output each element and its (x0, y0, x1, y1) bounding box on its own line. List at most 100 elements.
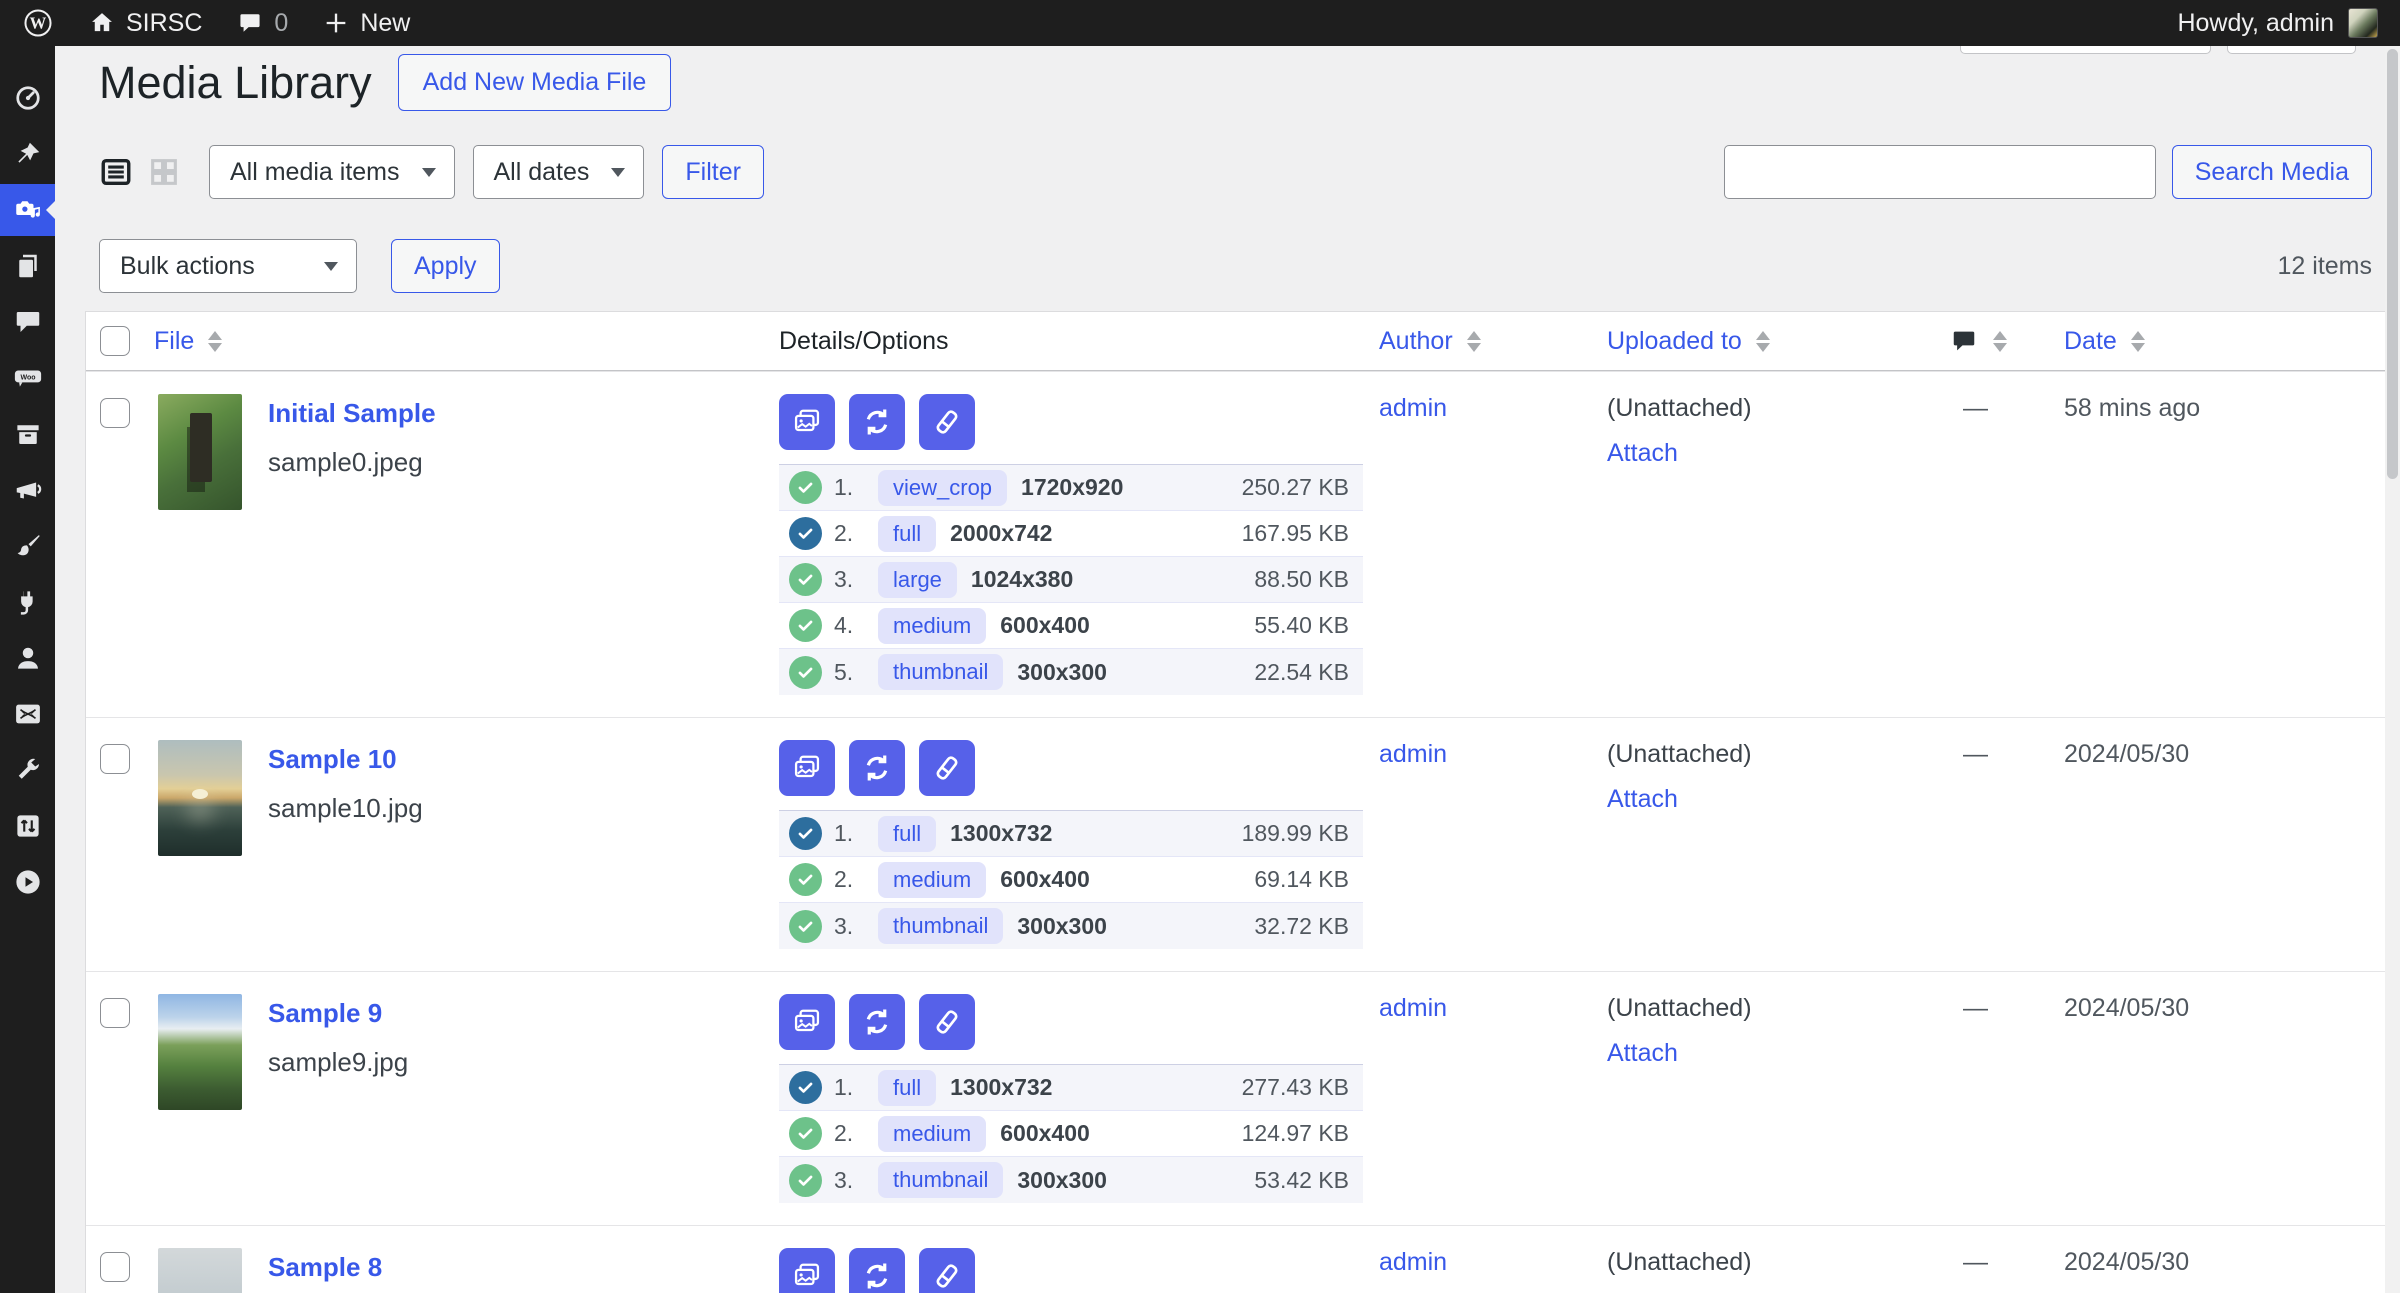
grid-view-icon[interactable] (147, 155, 181, 189)
image-details-icon (791, 1260, 823, 1292)
media-title-link[interactable]: Sample 9 (268, 998, 408, 1029)
size-name-badge[interactable]: large (878, 561, 957, 598)
sort-author-header[interactable]: Author (1379, 327, 1453, 356)
sidebar-item-sirsc[interactable] (0, 688, 55, 740)
sidebar-item-users[interactable] (0, 632, 55, 684)
size-name-badge[interactable]: view_crop (878, 469, 1008, 506)
howdy-account-link[interactable]: Howdy, admin (2177, 9, 2334, 38)
apply-button[interactable]: Apply (391, 239, 500, 293)
author-link[interactable]: admin (1379, 1248, 1447, 1276)
tools-icon (13, 755, 43, 785)
sort-date-header[interactable]: Date (2064, 327, 2117, 356)
row-checkbox[interactable] (100, 744, 130, 774)
sort-uploaded-to-header[interactable]: Uploaded to (1607, 327, 1742, 356)
marketing-icon (13, 475, 43, 505)
uploaded-to-value: (Unattached) (1607, 994, 1752, 1022)
scrollbar[interactable] (2385, 46, 2400, 1293)
media-title-link[interactable]: Sample 8 (268, 1252, 408, 1283)
sidebar-item-tools[interactable] (0, 744, 55, 796)
status-ok-check-icon (789, 909, 822, 943)
media-thumbnail[interactable] (158, 994, 242, 1110)
media-title-link[interactable]: Initial Sample (268, 398, 436, 429)
size-name-badge[interactable]: thumbnail (878, 908, 1004, 944)
cleanup-button[interactable] (919, 994, 975, 1050)
pages-icon (13, 251, 43, 281)
sidebar-item-appearance[interactable] (0, 520, 55, 572)
size-dimensions: 600x400 (1000, 612, 1090, 638)
comment-count: 0 (274, 8, 289, 37)
regenerate-button[interactable] (849, 740, 905, 796)
size-index: 2. (834, 520, 854, 546)
size-name-badge[interactable]: full (878, 515, 937, 552)
image-details-button[interactable] (779, 1248, 835, 1293)
details-options-header: Details/Options (779, 326, 949, 355)
media-thumbnail[interactable] (158, 1248, 242, 1293)
date-filter-select[interactable]: All dates (472, 145, 645, 199)
size-name-badge[interactable]: thumbnail (878, 654, 1004, 690)
svg-text:Woo: Woo (20, 375, 35, 382)
size-dimensions: 1300x732 (950, 820, 1053, 846)
size-name-badge[interactable]: full (878, 815, 937, 852)
cleanup-button[interactable] (919, 1248, 975, 1293)
sidebar-item-posts[interactable] (0, 128, 55, 180)
image-details-icon (791, 406, 823, 438)
regenerate-icon (861, 406, 893, 438)
row-checkbox[interactable] (100, 998, 130, 1028)
image-details-button[interactable] (779, 394, 835, 450)
sidebar-item-products[interactable] (0, 408, 55, 460)
filter-bar: All media items All dates Filter Search … (99, 145, 2372, 199)
select-all-checkbox[interactable] (100, 326, 130, 356)
size-filesize: 88.50 KB (1254, 566, 1349, 592)
sidebar-item-marketing[interactable] (0, 464, 55, 516)
sidebar-item-media-player[interactable] (0, 856, 55, 908)
media-title-link[interactable]: Sample 10 (268, 744, 423, 775)
attach-link[interactable]: Attach (1607, 439, 1678, 467)
size-name-badge[interactable]: medium (878, 1115, 987, 1152)
comments-column-icon[interactable] (1949, 326, 1979, 356)
search-input[interactable] (1723, 145, 2156, 199)
image-details-button[interactable] (779, 994, 835, 1050)
regenerate-button[interactable] (849, 1248, 905, 1293)
sidebar-item-media[interactable] (0, 184, 55, 236)
media-type-select[interactable]: All media items (209, 145, 455, 199)
cleanup-button[interactable] (919, 740, 975, 796)
comments-admin-link[interactable]: 0 (236, 9, 288, 38)
sidebar-item-dashboard[interactable] (0, 72, 55, 124)
new-label: New (360, 8, 411, 37)
row-checkbox[interactable] (100, 398, 130, 428)
sidebar-item-settings[interactable] (0, 800, 55, 852)
search-media-button[interactable]: Search Media (2171, 145, 2372, 199)
plus-icon (322, 9, 350, 37)
bulk-actions-select[interactable]: Bulk actions (99, 239, 357, 293)
new-content-link[interactable]: New (322, 9, 410, 38)
scrollbar-thumb[interactable] (2387, 49, 2398, 479)
author-link[interactable]: admin (1379, 994, 1447, 1022)
size-name-badge[interactable]: thumbnail (878, 1162, 1004, 1198)
wp-logo-menu[interactable]: W (22, 7, 54, 39)
filter-button[interactable]: Filter (662, 145, 764, 199)
media-thumbnail[interactable] (158, 740, 242, 856)
row-checkbox[interactable] (100, 1252, 130, 1282)
sort-file-header[interactable]: File (154, 327, 194, 356)
sidebar-item-plugins[interactable] (0, 576, 55, 628)
sidebar-item-pages[interactable] (0, 240, 55, 292)
site-name-link[interactable]: SIRSC (88, 9, 202, 38)
author-link[interactable]: admin (1379, 394, 1447, 422)
attach-link[interactable]: Attach (1607, 785, 1678, 813)
sidebar-item-woocommerce[interactable]: Woo (0, 352, 55, 404)
regenerate-button[interactable] (849, 394, 905, 450)
size-name-badge[interactable]: medium (878, 861, 987, 898)
author-link[interactable]: admin (1379, 740, 1447, 768)
image-details-icon (791, 752, 823, 784)
attach-link[interactable]: Attach (1607, 1039, 1678, 1067)
add-new-media-button[interactable]: Add New Media File (397, 54, 672, 111)
list-view-icon[interactable] (99, 155, 133, 189)
size-name-badge[interactable]: full (878, 1069, 937, 1106)
image-details-button[interactable] (779, 740, 835, 796)
regenerate-button[interactable] (849, 994, 905, 1050)
cleanup-button[interactable] (919, 394, 975, 450)
avatar[interactable] (2348, 8, 2378, 38)
size-name-badge[interactable]: medium (878, 607, 987, 644)
sidebar-item-comments[interactable] (0, 296, 55, 348)
media-thumbnail[interactable] (158, 394, 242, 510)
